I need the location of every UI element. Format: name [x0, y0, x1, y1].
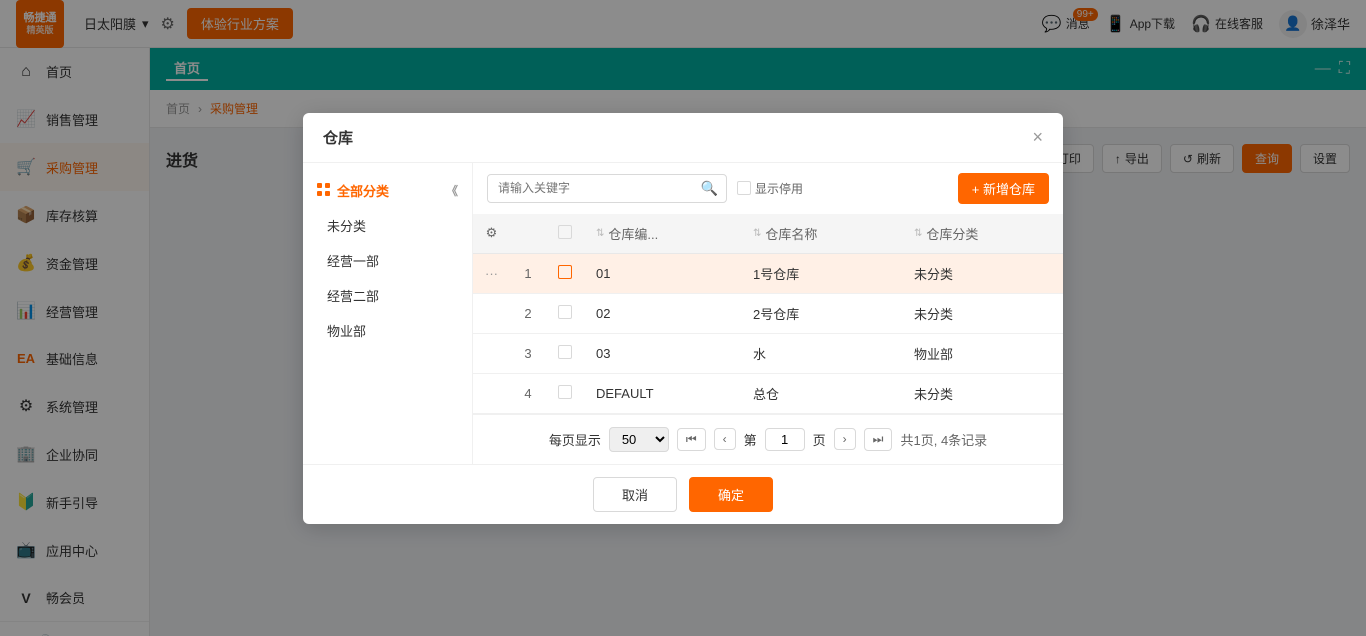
modal-overlay: 仓库 × 全部分类 《 未分类 经营一部 经营二部 物业部	[0, 0, 1366, 636]
row-num-1: 2	[510, 293, 546, 333]
category-header[interactable]: 全部分类 《	[303, 173, 472, 208]
row-checkbox-0[interactable]	[546, 253, 584, 293]
select-all-checkbox[interactable]	[558, 225, 572, 239]
category-item-3[interactable]: 物业部	[303, 313, 472, 348]
table-row[interactable]: 2 02 2号仓库 未分类	[473, 293, 1063, 333]
category-item-1[interactable]: 经营一部	[303, 243, 472, 278]
table-row[interactable]: ··· 1 01 1号仓库 未分类	[473, 253, 1063, 293]
row-category-2: 物业部	[902, 333, 1063, 373]
page-total-info: 共1页, 4条记录	[900, 430, 987, 449]
add-warehouse-button[interactable]: + 新增仓库	[958, 173, 1049, 204]
prev-page-button[interactable]: ‹	[714, 428, 736, 450]
search-box: 🔍	[487, 174, 727, 203]
show-disabled-toggle[interactable]: 显示停用	[737, 180, 803, 197]
per-page-label: 每页显示	[549, 430, 601, 449]
table-row[interactable]: 4 DEFAULT 总仓 未分类	[473, 373, 1063, 413]
search-input[interactable]	[488, 176, 693, 200]
row-name-1: 2号仓库	[741, 293, 902, 333]
th-num	[510, 214, 546, 254]
table-header-row: ⚙ ⇅ 仓库编... ⇅ 仓库名称 ⇅ 仓库分类	[473, 214, 1063, 254]
warehouse-modal: 仓库 × 全部分类 《 未分类 经营一部 经营二部 物业部	[303, 113, 1063, 524]
row-name-2: 水	[741, 333, 902, 373]
per-page-select[interactable]: 501020100	[609, 427, 669, 452]
row-num-2: 3	[510, 333, 546, 373]
content-panel: 🔍 显示停用 + 新增仓库 ⚙ ⇅ 仓库编... ⇅ 仓库名称 ⇅	[473, 163, 1063, 464]
row-checkbox-1[interactable]	[546, 293, 584, 333]
row-category-1: 未分类	[902, 293, 1063, 333]
row-num-0: 1	[510, 253, 546, 293]
gear-icon: ⚙	[486, 225, 498, 240]
page-number-input[interactable]	[765, 428, 805, 451]
row-actions-3	[473, 373, 510, 413]
th-gear: ⚙	[473, 214, 510, 254]
grid-icon	[317, 183, 331, 197]
search-button[interactable]: 🔍	[693, 175, 726, 202]
row-category-3: 未分类	[902, 373, 1063, 413]
row-code-3: DEFAULT	[584, 373, 741, 413]
modal-close-button[interactable]: ×	[1032, 128, 1043, 146]
row-name-3: 总仓	[741, 373, 902, 413]
row-name-0: 1号仓库	[741, 253, 902, 293]
last-page-button[interactable]: ⏭	[864, 428, 893, 451]
row-code-0: 01	[584, 253, 741, 293]
table-row[interactable]: 3 03 水 物业部	[473, 333, 1063, 373]
page-label: 第	[744, 430, 757, 449]
th-checkbox	[546, 214, 584, 254]
modal-footer: 取消 确定	[303, 464, 1063, 524]
warehouse-table: ⚙ ⇅ 仓库编... ⇅ 仓库名称 ⇅ 仓库分类 ··· 1 01 1号仓库 未…	[473, 214, 1063, 414]
show-disabled-label: 显示停用	[755, 180, 803, 197]
pagination: 每页显示 501020100 ⏮ ‹ 第 页 › ⏭ 共1页, 4条记录	[473, 414, 1063, 464]
show-disabled-checkbox[interactable]	[737, 181, 751, 195]
category-item-2[interactable]: 经营二部	[303, 278, 472, 313]
row-code-2: 03	[584, 333, 741, 373]
category-all-label: 全部分类	[337, 181, 389, 200]
th-code: ⇅ 仓库编...	[584, 214, 741, 254]
row-checkbox-2[interactable]	[546, 333, 584, 373]
table: ⚙ ⇅ 仓库编... ⇅ 仓库名称 ⇅ 仓库分类 ··· 1 01 1号仓库 未…	[473, 214, 1063, 414]
first-page-button[interactable]: ⏮	[677, 428, 706, 451]
th-name: ⇅ 仓库名称	[741, 214, 902, 254]
modal-body: 全部分类 《 未分类 经营一部 经营二部 物业部 🔍	[303, 163, 1063, 464]
next-page-button[interactable]: ›	[834, 428, 856, 450]
category-item-0[interactable]: 未分类	[303, 208, 472, 243]
row-actions-2	[473, 333, 510, 373]
row-num-3: 4	[510, 373, 546, 413]
modal-title: 仓库	[323, 127, 353, 148]
cancel-button[interactable]: 取消	[593, 477, 677, 512]
th-category: ⇅ 仓库分类	[902, 214, 1063, 254]
row-category-0: 未分类	[902, 253, 1063, 293]
confirm-button[interactable]: 确定	[689, 477, 773, 512]
row-actions-0: ···	[473, 253, 510, 293]
content-toolbar: 🔍 显示停用 + 新增仓库	[473, 163, 1063, 214]
category-panel: 全部分类 《 未分类 经营一部 经营二部 物业部	[303, 163, 473, 464]
modal-header: 仓库 ×	[303, 113, 1063, 163]
row-checkbox-3[interactable]	[546, 373, 584, 413]
page-unit: 页	[813, 430, 826, 449]
row-actions-1	[473, 293, 510, 333]
row-code-1: 02	[584, 293, 741, 333]
category-collapse-icon[interactable]: 《	[446, 182, 458, 199]
